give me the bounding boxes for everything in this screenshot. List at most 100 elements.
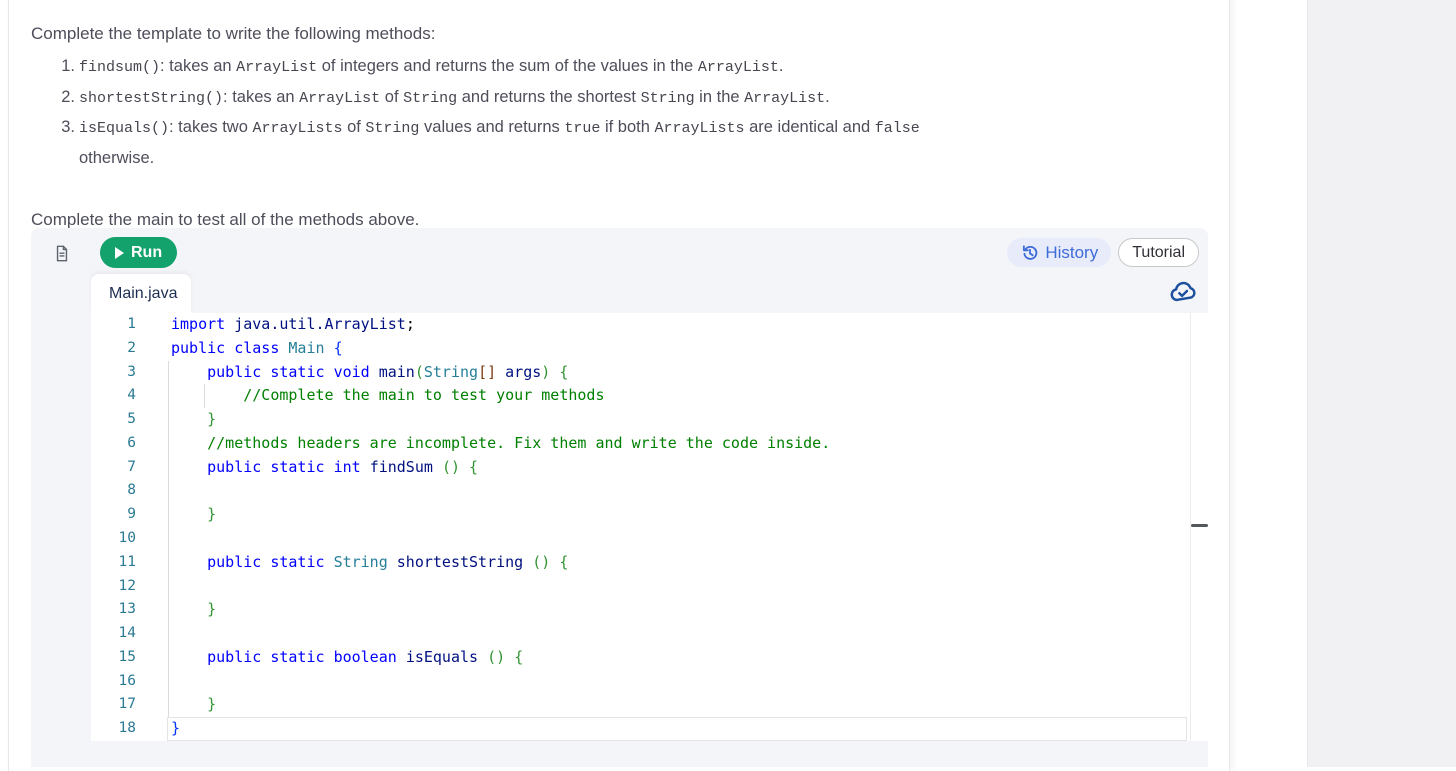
line-number: 1 bbox=[127, 316, 136, 332]
code-line: 2 public class Main { bbox=[91, 337, 1190, 361]
inline-code: ArrayList bbox=[697, 59, 779, 76]
indent-guide bbox=[168, 598, 169, 623]
code-text: //methods headers are incomplete. Fix th… bbox=[207, 433, 831, 452]
inline-code: false bbox=[874, 120, 920, 137]
tutorial-button[interactable]: Tutorial bbox=[1118, 238, 1199, 267]
line-number: 12 bbox=[118, 577, 136, 594]
inline-code: true bbox=[564, 120, 601, 137]
history-button[interactable]: History bbox=[1007, 238, 1112, 267]
list-number: 3. bbox=[61, 118, 75, 136]
tab-label: Main.java bbox=[109, 285, 178, 302]
instruction-text: otherwise. bbox=[79, 148, 155, 167]
code-line: 11 public static String shortestString (… bbox=[91, 550, 1190, 575]
instruction-text: : takes two bbox=[169, 118, 253, 136]
code-line: 4 //Complete the main to test your metho… bbox=[91, 384, 1190, 409]
code-text: } bbox=[207, 505, 217, 524]
code-text: } bbox=[207, 600, 217, 619]
inline-code: ArrayLists bbox=[252, 120, 343, 137]
code-text: } bbox=[207, 410, 217, 429]
right-sidebar bbox=[1307, 0, 1456, 767]
code-line: 9 } bbox=[91, 503, 1190, 527]
document-icon bbox=[56, 245, 68, 261]
code-line: 7 public static int findSum () { bbox=[91, 455, 1190, 480]
line-number: 13 bbox=[118, 601, 136, 618]
code-line: 3 public static void main(String[] args)… bbox=[91, 360, 1190, 385]
indent-guide bbox=[168, 455, 169, 480]
code-text: import java.util.ArrayList; bbox=[171, 315, 415, 333]
file-explorer-button[interactable] bbox=[49, 238, 75, 268]
instruction-text: of bbox=[342, 118, 366, 136]
line-number: 5 bbox=[127, 411, 136, 428]
instruction-list: 1. findsum(): takes an ArrayList of integ… bbox=[61, 52, 1146, 173]
indent-guide bbox=[168, 408, 169, 432]
inline-code: isEquals() bbox=[79, 120, 170, 137]
code-line: 6 //methods headers are incomplete. Fix … bbox=[91, 431, 1190, 456]
code-text: public static boolean isEquals () { bbox=[207, 647, 524, 666]
line-number: 8 bbox=[127, 482, 136, 499]
tutorial-label: Tutorial bbox=[1132, 243, 1185, 261]
code-line: 1 import java.util.ArrayList; bbox=[91, 313, 1190, 337]
indent-guide bbox=[168, 574, 169, 599]
line-number: 15 bbox=[118, 648, 136, 665]
code-text: } bbox=[171, 719, 181, 738]
play-icon bbox=[115, 246, 124, 259]
indent-guide bbox=[168, 431, 169, 456]
code-text: public static int findSum () { bbox=[207, 457, 479, 476]
instruction-text: . bbox=[778, 57, 784, 75]
instruction-text: values and returns bbox=[419, 118, 565, 136]
line-number: 16 bbox=[118, 672, 136, 689]
indent-guide bbox=[168, 693, 169, 718]
inline-code: String bbox=[403, 89, 458, 107]
instruction-item: 1. findsum(): takes an ArrayList of integ… bbox=[61, 52, 1146, 83]
instruction-item: 2. shortestString(): takes an ArrayList o… bbox=[61, 83, 1146, 114]
code-area[interactable]: 1 import java.util.ArrayList; 2 public clas… bbox=[91, 313, 1190, 741]
indent-guide bbox=[168, 622, 169, 646]
instruction-text: of integers and returns the sum of the v… bbox=[317, 57, 698, 75]
code-line: 15 public static boolean isEquals () { bbox=[91, 645, 1190, 670]
indent-guide bbox=[168, 527, 169, 551]
code-text: public static String shortestString () { bbox=[207, 552, 569, 571]
code-editor-widget: Run History Tutorial Main.java 1 import … bbox=[31, 228, 1209, 767]
indent-guide bbox=[168, 503, 169, 527]
instruction-text: of bbox=[380, 87, 404, 106]
inline-code: String bbox=[365, 120, 420, 137]
indent-guide bbox=[168, 669, 169, 694]
code-line: 17 } bbox=[91, 693, 1190, 718]
code-line: 5 } bbox=[91, 408, 1190, 432]
line-number: 7 bbox=[127, 458, 136, 475]
line-number: 4 bbox=[127, 387, 136, 404]
instruction-text: : takes an bbox=[160, 57, 237, 75]
inline-code: String bbox=[640, 89, 695, 107]
editor-right-gutter bbox=[1190, 313, 1209, 741]
code-line: 8 bbox=[91, 479, 1190, 504]
line-number: 18 bbox=[118, 720, 136, 737]
inline-code: shortestString() bbox=[79, 89, 224, 107]
indent-guide bbox=[168, 360, 169, 385]
indent-guide bbox=[168, 384, 169, 409]
indent-guide bbox=[168, 479, 169, 504]
code-line: 12 bbox=[91, 574, 1190, 599]
content-card: Complete the template to write the follo… bbox=[8, 0, 1230, 771]
inline-code: ArrayList bbox=[744, 89, 826, 107]
code-text: } bbox=[207, 695, 217, 714]
code-line: 16 bbox=[91, 669, 1190, 694]
tab-main-java[interactable]: Main.java bbox=[91, 274, 191, 313]
run-label: Run bbox=[131, 243, 163, 261]
indent-guide bbox=[168, 645, 169, 670]
cloud-saved-icon bbox=[1170, 281, 1196, 302]
code-line: 13 } bbox=[91, 598, 1190, 623]
line-number: 2 bbox=[127, 339, 136, 356]
run-button[interactable]: Run bbox=[100, 237, 178, 268]
code-line: 10 bbox=[91, 527, 1190, 551]
line-number: 11 bbox=[118, 553, 136, 570]
inline-code: ArrayLists bbox=[654, 120, 745, 137]
instruction-text: : takes an bbox=[223, 87, 300, 106]
line-number: 14 bbox=[118, 625, 136, 642]
instruction-item: 3. isEquals(): takes two ArrayLists of St… bbox=[61, 113, 1146, 173]
resize-handle[interactable] bbox=[1191, 524, 1208, 527]
line-number: 17 bbox=[118, 696, 136, 713]
code-text: //Complete the main to test your methods bbox=[243, 386, 605, 405]
history-label: History bbox=[1045, 242, 1099, 262]
inline-code: ArrayList bbox=[299, 89, 381, 107]
editor-tab-bar: Main.java bbox=[31, 274, 1208, 313]
